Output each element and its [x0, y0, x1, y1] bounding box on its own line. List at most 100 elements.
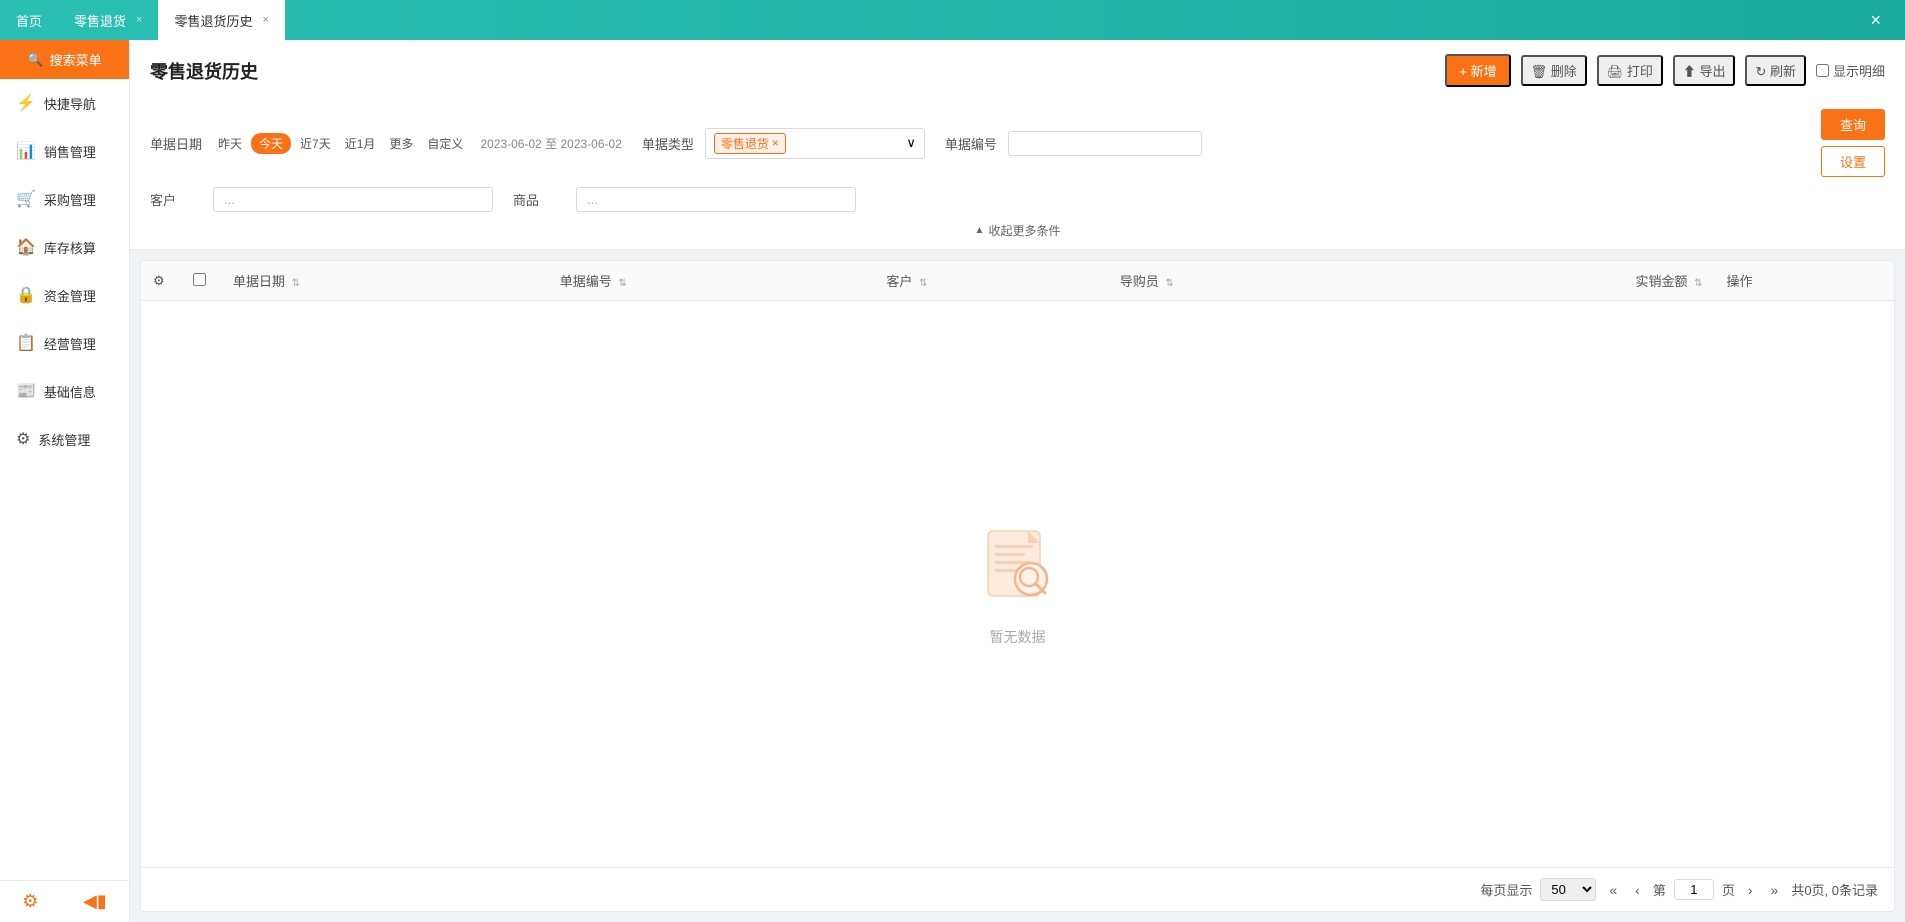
select-all-checkbox[interactable]	[193, 273, 206, 286]
date-option-1month[interactable]: 近1月	[340, 133, 381, 154]
sales-icon: 📊	[16, 141, 36, 161]
tab-retail-return-history-close[interactable]: ×	[262, 14, 268, 26]
pagination-bar: 每页显示 10 20 50 100 « ‹ 第 页 › » 共0页, 0条记录	[141, 867, 1894, 911]
display-toggle-text: 显示明细	[1833, 61, 1885, 80]
sidebar-item-finance-label: 资金管理	[44, 286, 96, 305]
th-guide-sort: ⇅	[1165, 278, 1173, 289]
tab-home[interactable]: 首页	[0, 0, 58, 40]
sidebar-search-label: 搜索菜单	[50, 50, 102, 69]
th-no-sort: ⇅	[618, 278, 626, 289]
collapse-label: 收起更多条件	[988, 222, 1060, 239]
th-customer[interactable]: 客户 ⇅	[874, 261, 1107, 301]
display-toggle-label: 显示明细	[1816, 61, 1885, 80]
th-no[interactable]: 单据编号 ⇅	[548, 261, 875, 301]
sidebar: 🔍 搜索菜单 ⚡ 快捷导航 📊 销售管理 🛒 采购管理 🏠 库存核算 🔒	[0, 40, 130, 922]
export-button[interactable]: ⬆ 导出	[1673, 55, 1736, 86]
tab-list: 首页 零售退货 × 零售退货历史 ×	[0, 0, 1862, 40]
date-option-more[interactable]: 更多	[384, 133, 418, 154]
tab-home-label: 首页	[16, 11, 42, 30]
window-close-button[interactable]: ×	[1862, 10, 1889, 31]
page-label: 页	[1722, 880, 1735, 899]
tab-retail-return-history-label: 零售退货历史	[174, 11, 252, 30]
voucher-type-select[interactable]: 零售退货 × ∨	[705, 128, 925, 159]
th-date[interactable]: 单据日期 ⇅	[221, 261, 548, 301]
th-guide-label: 导购员	[1120, 274, 1159, 289]
top-bar: 首页 零售退货 × 零售退货历史 × ×	[0, 0, 1905, 40]
total-label: 共0页, 0条记录	[1791, 880, 1878, 899]
delete-button[interactable]: 🗑 删除	[1521, 55, 1587, 86]
sidebar-item-system-label: 系统管理	[38, 430, 90, 449]
collapse-filter-button[interactable]: ▲ 收起更多条件	[150, 222, 1885, 239]
date-option-yesterday[interactable]: 昨天	[213, 133, 247, 154]
goods-ellipsis: ...	[587, 192, 598, 207]
th-amount[interactable]: 实销金额 ⇅	[1388, 261, 1715, 301]
voucher-type-tag-close[interactable]: ×	[772, 136, 779, 150]
voucher-type-tag: 零售退货 ×	[714, 133, 786, 154]
customer-input[interactable]: ...	[213, 187, 493, 212]
table-settings-icon[interactable]: ⚙	[153, 273, 165, 288]
sidebar-item-purchase-label: 采购管理	[44, 190, 96, 209]
page-label-pre: 第	[1653, 880, 1666, 899]
sidebar-item-basic-info-label: 基础信息	[44, 382, 96, 401]
sidebar-item-finance-mgmt[interactable]: 🔒 资金管理	[0, 271, 129, 319]
sidebar-item-basic-info[interactable]: 📰 基础信息	[0, 367, 129, 415]
sidebar-item-inventory-check[interactable]: 🏠 库存核算	[0, 223, 129, 271]
sidebar-settings-icon[interactable]: ⚙	[22, 891, 38, 912]
goods-input[interactable]: ...	[576, 187, 856, 212]
next-page-button[interactable]: ›	[1743, 880, 1758, 900]
filter-voucher-type-item: 单据类型 零售退货 × ∨	[642, 128, 925, 159]
page-title: 零售退货历史	[150, 58, 258, 84]
first-page-button[interactable]: «	[1604, 880, 1622, 900]
query-button[interactable]: 查询	[1821, 109, 1885, 140]
top-bar-right: ×	[1862, 10, 1905, 31]
tab-retail-return-label: 零售退货	[74, 11, 126, 30]
th-date-label: 单据日期	[233, 274, 285, 289]
th-no-label: 单据编号	[560, 274, 612, 289]
display-toggle-checkbox[interactable]	[1816, 64, 1829, 77]
voucher-no-input[interactable]	[1008, 131, 1202, 156]
date-option-today[interactable]: 今天	[251, 133, 291, 154]
sidebar-item-purchase-mgmt[interactable]: 🛒 采购管理	[0, 175, 129, 223]
purchase-icon: 🛒	[16, 189, 36, 209]
system-icon: ⚙	[16, 429, 30, 449]
sidebar-item-operations-mgmt[interactable]: 📋 经营管理	[0, 319, 129, 367]
filter-voucher-no-item: 单据编号	[945, 131, 1202, 156]
date-options: 昨天 今天 近7天 近1月 更多 自定义	[213, 133, 468, 154]
sidebar-search-button[interactable]: 🔍 搜索菜单	[0, 40, 129, 79]
table-checkbox-header	[181, 261, 221, 301]
inventory-icon: 🏠	[16, 237, 36, 257]
settings-button[interactable]: 设置	[1821, 146, 1885, 177]
th-action: 操作	[1714, 261, 1894, 301]
filter-goods-item: 商品 ...	[513, 187, 856, 212]
new-button[interactable]: + 新增	[1445, 54, 1510, 87]
th-date-sort: ⇅	[292, 278, 300, 289]
page-size-select[interactable]: 10 20 50 100	[1540, 878, 1596, 901]
date-option-7days[interactable]: 近7天	[295, 133, 336, 154]
th-customer-sort: ⇅	[919, 278, 927, 289]
filter-area: 单据日期 昨天 今天 近7天 近1月 更多 自定义 2023-06-02 至 2…	[150, 99, 1885, 239]
print-button[interactable]: 🖨 打印	[1597, 55, 1663, 86]
th-guide[interactable]: 导购员 ⇅	[1108, 261, 1388, 301]
th-customer-label: 客户	[886, 274, 912, 289]
sidebar-item-system-mgmt[interactable]: ⚙ 系统管理	[0, 415, 129, 463]
current-page-input[interactable]	[1674, 879, 1714, 900]
basic-info-icon: 📰	[16, 381, 36, 401]
tab-retail-return-close[interactable]: ×	[136, 14, 142, 26]
sidebar-music-icon[interactable]: ◀▮	[83, 891, 107, 912]
filter-row-1: 单据日期 昨天 今天 近7天 近1月 更多 自定义 2023-06-02 至 2…	[150, 109, 1885, 177]
refresh-button[interactable]: ↻ 刷新	[1745, 55, 1806, 86]
data-table: ⚙ 单据日期 ⇅ 单据编号 ⇅	[141, 261, 1894, 301]
customer-ellipsis: ...	[224, 192, 235, 207]
last-page-button[interactable]: »	[1766, 880, 1784, 900]
sidebar-item-sales-mgmt[interactable]: 📊 销售管理	[0, 127, 129, 175]
prev-page-button[interactable]: ‹	[1630, 880, 1645, 900]
content-area: 零售退货历史 + 新增 🗑 删除 🖨 打印 ⬆ 导出 ↻ 刷新 显示明细	[130, 40, 1905, 922]
sidebar-item-quick-nav[interactable]: ⚡ 快捷导航	[0, 79, 129, 127]
tab-retail-return[interactable]: 零售退货 ×	[58, 0, 158, 40]
operations-icon: 📋	[16, 333, 36, 353]
table-settings-header: ⚙	[141, 261, 181, 301]
th-amount-label: 实销金额	[1635, 274, 1687, 289]
date-option-custom[interactable]: 自定义	[422, 133, 468, 154]
filter-customer-item: 客户 ...	[150, 187, 493, 212]
tab-retail-return-history[interactable]: 零售退货历史 ×	[158, 0, 284, 40]
